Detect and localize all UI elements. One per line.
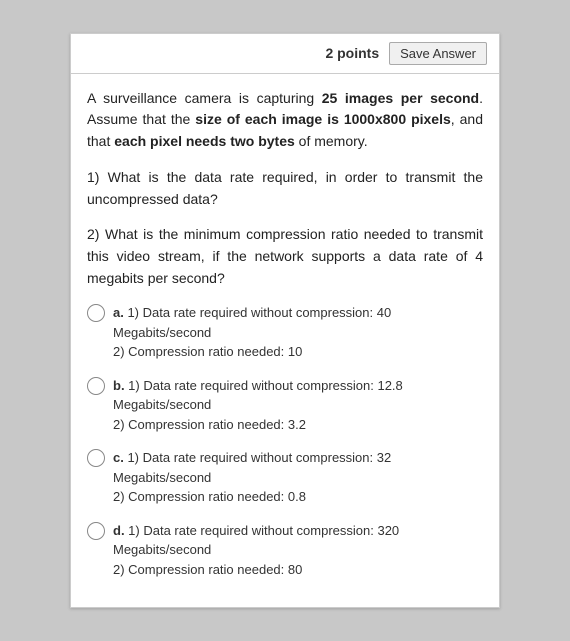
sub-question-1: 1) What is the data rate required, in or… [87,167,483,210]
radio-c[interactable] [87,449,105,467]
option-b-label: b. [113,378,125,393]
option-d: d. 1) Data rate required without compres… [87,521,483,580]
option-d-label-line: d. 1) Data rate required without compres… [113,521,483,560]
option-a-content: a. 1) Data rate required without compres… [113,303,483,362]
option-b-label-line: b. 1) Data rate required without compres… [113,376,483,415]
option-c-label-line: c. 1) Data rate required without compres… [113,448,483,487]
option-c: c. 1) Data rate required without compres… [87,448,483,507]
options-list: a. 1) Data rate required without compres… [87,303,483,579]
bold-image-size: size of each image is 1000x800 pixels [195,111,451,127]
option-c-line2: 2) Compression ratio needed: 0.8 [113,487,483,507]
option-a-label-line: a. 1) Data rate required without compres… [113,303,483,342]
option-b-content: b. 1) Data rate required without compres… [113,376,483,435]
option-d-line2: 2) Compression ratio needed: 80 [113,560,483,580]
option-a-label: a. [113,305,124,320]
option-c-label: c. [113,450,124,465]
sub-question-2: 2) What is the minimum compression ratio… [87,224,483,289]
points-badge: 2 points [325,45,379,61]
option-a: a. 1) Data rate required without compres… [87,303,483,362]
card-header: 2 points Save Answer [71,34,499,74]
radio-d[interactable] [87,522,105,540]
save-answer-button[interactable]: Save Answer [389,42,487,65]
option-b: b. 1) Data rate required without compres… [87,376,483,435]
question-intro: A surveillance camera is capturing 25 im… [87,88,483,153]
option-d-label: d. [113,523,125,538]
bold-images-per-second: 25 images per second [322,90,479,106]
radio-b[interactable] [87,377,105,395]
option-c-content: c. 1) Data rate required without compres… [113,448,483,507]
card-body: A surveillance camera is capturing 25 im… [71,74,499,608]
option-d-content: d. 1) Data rate required without compres… [113,521,483,580]
question-card: 2 points Save Answer A surveillance came… [70,33,500,609]
bold-bytes: each pixel needs two bytes [114,133,295,149]
radio-a[interactable] [87,304,105,322]
option-b-line2: 2) Compression ratio needed: 3.2 [113,415,483,435]
option-a-line2: 2) Compression ratio needed: 10 [113,342,483,362]
